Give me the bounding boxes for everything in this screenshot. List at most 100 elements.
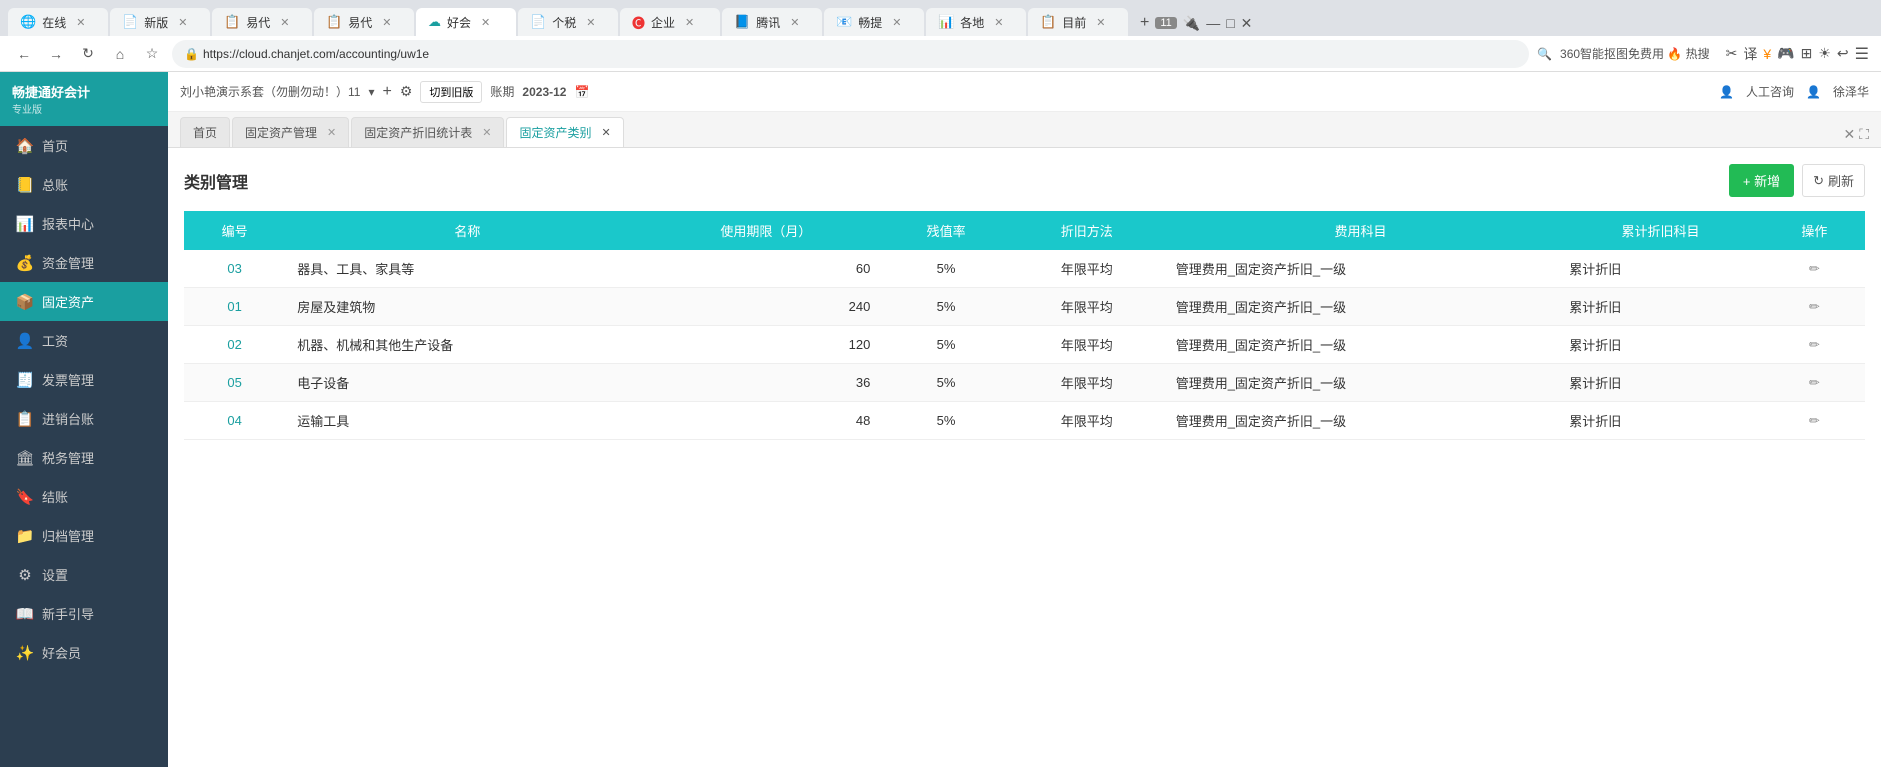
page-tab-fixed-assets-mgmt[interactable]: 固定资产管理 ✕ xyxy=(232,117,349,147)
sidebar-item-guide[interactable]: 📖 新手引导 xyxy=(0,594,168,633)
sidebar-item-closing[interactable]: 🔖 结账 xyxy=(0,477,168,516)
code-link[interactable]: 04 xyxy=(227,413,241,428)
translate-icon[interactable]: 译 xyxy=(1743,44,1757,64)
page-tab-asset-category[interactable]: 固定资产类别 ✕ xyxy=(506,117,623,147)
currency-icon[interactable]: ¥ xyxy=(1763,46,1771,62)
membership-icon: ✨ xyxy=(16,644,34,662)
cell-code: 04 xyxy=(184,402,285,440)
browser-tab-online[interactable]: 🌐 在线 ✕ xyxy=(8,8,108,36)
sidebar-item-ledger[interactable]: 📒 总账 xyxy=(0,165,168,204)
cell-residual: 5% xyxy=(882,250,1010,288)
closing-icon: 🔖 xyxy=(16,488,34,506)
edit-icon[interactable]: ✏ xyxy=(1809,375,1820,390)
grid-icon[interactable]: ⊞ xyxy=(1801,45,1813,62)
maximize-icon[interactable]: □ xyxy=(1226,15,1234,31)
game-icon[interactable]: 🎮 xyxy=(1777,45,1794,62)
add-account-icon[interactable]: + xyxy=(383,83,392,101)
invoice-icon: 🧾 xyxy=(16,371,34,389)
cell-expense: 管理费用_固定资产折旧_一级 xyxy=(1164,326,1558,364)
code-link[interactable]: 01 xyxy=(227,299,241,314)
page-tab-depreciation-table[interactable]: 固定资产折旧统计表 ✕ xyxy=(351,117,504,147)
add-button[interactable]: + 新增 xyxy=(1729,164,1794,197)
brightness-icon[interactable]: ☀ xyxy=(1818,45,1831,62)
cell-name: 房屋及建筑物 xyxy=(285,288,649,326)
cell-months: 60 xyxy=(650,250,883,288)
undo-icon[interactable]: ↩ xyxy=(1837,45,1849,62)
expand-panel-icon[interactable]: ⛶ xyxy=(1859,126,1869,143)
refresh-button[interactable]: ↻ 刷新 xyxy=(1802,164,1865,197)
browser-tab-new[interactable]: 📄 新版 ✕ xyxy=(110,8,210,36)
edit-icon[interactable]: ✏ xyxy=(1809,337,1820,352)
cell-method: 年限平均 xyxy=(1010,288,1164,326)
sidebar-item-archive[interactable]: 📁 归档管理 xyxy=(0,516,168,555)
browser-tab-haohuiji[interactable]: ☁ 好会 ✕ xyxy=(416,8,516,36)
cell-action: ✏ xyxy=(1764,288,1865,326)
settings-icon-top[interactable]: ⚙ xyxy=(400,83,413,100)
table-row: 04 运输工具 48 5% 年限平均 管理费用_固定资产折旧_一级 累计折旧 ✏ xyxy=(184,402,1865,440)
page-tab-home[interactable]: 首页 xyxy=(180,117,230,147)
url-input[interactable]: 🔒 https://cloud.chanjet.com/accounting/u… xyxy=(172,40,1529,68)
col-header-code: 编号 xyxy=(184,211,285,250)
cut-icon[interactable]: ✂ xyxy=(1726,45,1738,62)
cell-residual: 5% xyxy=(882,364,1010,402)
code-link[interactable]: 05 xyxy=(227,375,241,390)
sidebar-item-membership[interactable]: ✨ 好会员 xyxy=(0,633,168,672)
sidebar-logo-text: 畅捷通好会计 专业版 xyxy=(12,82,90,116)
edit-icon[interactable]: ✏ xyxy=(1809,413,1820,428)
bookmark-button[interactable]: ☆ xyxy=(140,42,164,66)
edit-icon[interactable]: ✏ xyxy=(1809,299,1820,314)
edit-icon[interactable]: ✏ xyxy=(1809,261,1820,276)
calendar-icon[interactable]: 📅 xyxy=(574,85,589,99)
browser-tab-geshui[interactable]: 📄 个税 ✕ xyxy=(518,8,618,36)
sidebar-item-fixed-assets[interactable]: 📦 固定资产 xyxy=(0,282,168,321)
cell-residual: 5% xyxy=(882,402,1010,440)
browser-tab-muqian[interactable]: 📋 目前 ✕ xyxy=(1028,8,1128,36)
section-title-area: 类别管理 + 新增 ↻ 刷新 xyxy=(184,164,1865,197)
col-header-name: 名称 xyxy=(285,211,649,250)
cell-name: 运输工具 xyxy=(285,402,649,440)
browser-tab-qiye[interactable]: 🅒 企业 ✕ xyxy=(620,8,720,36)
sidebar-item-tax[interactable]: 🏛 税务管理 xyxy=(0,438,168,477)
tab-count-badge: 11 xyxy=(1155,17,1176,29)
reload-button[interactable]: ↻ xyxy=(76,42,100,66)
browser-tab-gedi[interactable]: 📊 各地 ✕ xyxy=(926,8,1026,36)
cell-code: 05 xyxy=(184,364,285,402)
code-link[interactable]: 02 xyxy=(227,337,241,352)
menu-icon[interactable]: ☰ xyxy=(1855,44,1869,64)
cell-accumulated: 累计折旧 xyxy=(1557,364,1763,402)
new-tab-icon[interactable]: + xyxy=(1140,14,1149,32)
consult-label[interactable]: 人工咨询 xyxy=(1746,83,1794,100)
switch-version-button[interactable]: 切到旧版 xyxy=(420,81,482,103)
code-link[interactable]: 03 xyxy=(227,261,241,276)
sidebar-item-payroll[interactable]: 👤 工资 xyxy=(0,321,168,360)
refresh-icon: ↻ xyxy=(1813,173,1824,189)
close-tab-asset-category[interactable]: ✕ xyxy=(602,126,611,139)
cell-code: 03 xyxy=(184,250,285,288)
sidebar-item-reports[interactable]: 📊 报表中心 xyxy=(0,204,168,243)
close-browser-icon[interactable]: ✕ xyxy=(1241,15,1253,32)
user-expand-icon[interactable]: ▾ xyxy=(368,85,374,99)
sidebar-item-purchase-sales[interactable]: 📋 进销台账 xyxy=(0,399,168,438)
close-panel-icon[interactable]: ✕ xyxy=(1843,126,1855,143)
browser-tab-changjie[interactable]: 📧 畅提 ✕ xyxy=(824,8,924,36)
extensions-icon[interactable]: 🔌 xyxy=(1183,15,1200,32)
sidebar-item-settings[interactable]: ⚙ 设置 xyxy=(0,555,168,594)
close-tab-fixed-assets-mgmt[interactable]: ✕ xyxy=(327,126,336,139)
back-button[interactable]: ← xyxy=(12,42,36,66)
sidebar-item-home[interactable]: 🏠 首页 xyxy=(0,126,168,165)
browser-tab-yidai2[interactable]: 📋 易代 ✕ xyxy=(314,8,414,36)
minimize-icon[interactable]: — xyxy=(1206,15,1220,31)
close-tab-depreciation-table[interactable]: ✕ xyxy=(482,126,491,139)
browser-tab-tengxun[interactable]: 📘 腾讯 ✕ xyxy=(722,8,822,36)
sidebar-item-funds[interactable]: 💰 资金管理 xyxy=(0,243,168,282)
fixed-assets-icon: 📦 xyxy=(16,293,34,311)
table-header-row: 编号 名称 使用期限（月） 残值率 折旧方法 费用科目 累计折旧科目 操作 xyxy=(184,211,1865,250)
browser-tab-yidai1[interactable]: 📋 易代 ✕ xyxy=(212,8,312,36)
home-button[interactable]: ⌂ xyxy=(108,42,132,66)
ledger-icon: 📒 xyxy=(16,176,34,194)
cell-accumulated: 累计折旧 xyxy=(1557,326,1763,364)
sidebar-item-invoice[interactable]: 🧾 发票管理 xyxy=(0,360,168,399)
cell-months: 36 xyxy=(650,364,883,402)
cell-name: 机器、机械和其他生产设备 xyxy=(285,326,649,364)
forward-button[interactable]: → xyxy=(44,42,68,66)
